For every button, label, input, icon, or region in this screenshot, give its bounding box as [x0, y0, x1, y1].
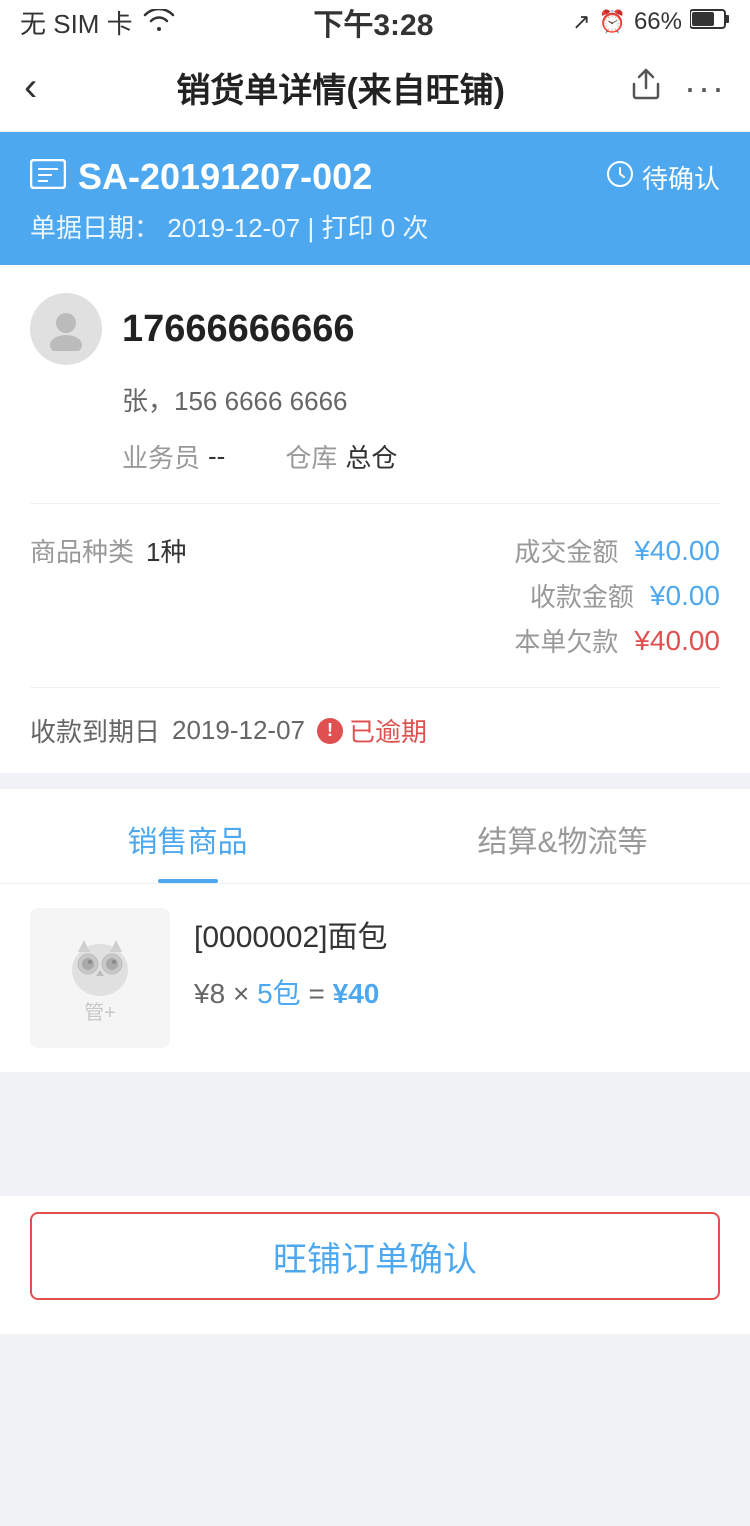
salesperson-label: 业务员 [122, 438, 200, 475]
bottom-bar: 旺铺订单确认 [0, 1196, 750, 1334]
order-date: 单据日期： 2019-12-07 | 打印 0 次 [30, 208, 720, 245]
collected-amount-value: ¥0.00 [650, 580, 720, 612]
goods-type: 商品种类 1种 [30, 532, 186, 569]
collected-amount-label: 收款金额 [530, 577, 634, 614]
clock-icon [606, 160, 634, 195]
order-icon [30, 156, 66, 198]
product-quantity: 5包 [257, 978, 301, 1009]
tabs-bar: 销售商品 结算&物流等 [0, 789, 750, 884]
debt-amount-label: 本单欠款 [514, 622, 618, 659]
overdue-text: 已逾期 [349, 712, 427, 749]
overdue-badge: ! 已逾期 [317, 712, 427, 749]
customer-section: 17666666666 张，156 6666 6666 业务员 -- 仓库 总仓 [0, 265, 750, 503]
tab-settlement[interactable]: 结算&物流等 [375, 789, 750, 883]
order-status: 待确认 [606, 159, 720, 196]
product-total: ¥40 [333, 978, 380, 1009]
salesperson-meta: 业务员 -- [122, 438, 225, 475]
goods-type-value: 1种 [146, 532, 186, 569]
tab-sales-goods[interactable]: 销售商品 [0, 789, 375, 883]
product-info: [0000002]面包 ¥8 × 5包 = ¥40 [194, 908, 720, 1012]
brand-plus: 管+ [84, 996, 116, 1025]
transaction-amount-label: 成交金额 [514, 532, 618, 569]
amounts-list: 成交金额 ¥40.00 收款金额 ¥0.00 本单欠款 ¥40.00 [514, 532, 720, 659]
battery-text: 66% [634, 8, 682, 36]
order-number: SA-20191207-002 [30, 156, 372, 198]
status-time: 下午3:28 [313, 0, 433, 44]
equals-sign: = [308, 978, 332, 1009]
transaction-amount-value: ¥40.00 [634, 535, 720, 567]
customer-card: 17666666666 张，156 6666 6666 业务员 -- 仓库 总仓… [0, 265, 750, 773]
carrier-text: 无 SIM 卡 [20, 4, 133, 41]
product-thumbnail: 管+ [30, 908, 170, 1048]
back-button[interactable]: ‹ [24, 65, 53, 110]
amounts-section: 商品种类 1种 成交金额 ¥40.00 收款金额 ¥0.00 本单欠款 ¥40.… [0, 504, 750, 687]
customer-phone: 17666666666 [122, 308, 354, 351]
alarm-icon: ⏰ [599, 9, 626, 35]
product-item: 管+ [0000002]面包 ¥8 × 5包 = ¥40 [0, 884, 750, 1072]
order-banner: SA-20191207-002 待确认 单据日期： 2019-12-07 | 打… [0, 132, 750, 265]
status-bar-right: ↗ ⏰ 66% [572, 8, 730, 37]
due-date-section: 收款到期日 2019-12-07 ! 已逾期 [0, 688, 750, 773]
product-thumb-inner: 管+ [60, 932, 140, 1025]
customer-meta: 业务员 -- 仓库 总仓 [30, 438, 720, 475]
product-price: ¥8 × 5包 = ¥40 [194, 972, 720, 1012]
page-title: 销货单详情(来自旺铺) [53, 63, 628, 112]
warehouse-label: 仓库 [285, 438, 337, 475]
goods-type-label: 商品种类 [30, 532, 134, 569]
customer-top: 17666666666 [30, 293, 720, 365]
due-date-value: 2019-12-07 [172, 715, 305, 746]
debt-amount-row: 本单欠款 ¥40.00 [514, 622, 720, 659]
location-icon: ↗ [572, 9, 590, 35]
due-date-label: 收款到期日 [30, 712, 160, 749]
status-bar-left: 无 SIM 卡 [20, 4, 175, 41]
warehouse-value: 总仓 [345, 438, 397, 475]
salesperson-value: -- [208, 441, 225, 472]
more-options-icon[interactable]: ··· [684, 67, 726, 109]
collected-amount-row: 收款金额 ¥0.00 [530, 577, 720, 614]
transaction-amount-row: 成交金额 ¥40.00 [514, 532, 720, 569]
multiply-sign: × [233, 978, 257, 1009]
wifi-icon [143, 7, 175, 38]
status-bar: 无 SIM 卡 下午3:28 ↗ ⏰ 66% [0, 0, 750, 44]
bottom-spacer [0, 1388, 750, 1526]
battery-icon [690, 8, 730, 37]
warehouse-meta: 仓库 总仓 [285, 438, 397, 475]
customer-name: 张，156 6666 6666 [30, 381, 720, 418]
avatar [30, 293, 102, 365]
nav-actions: ··· [628, 66, 726, 110]
product-name: [0000002]面包 [194, 912, 720, 956]
confirm-order-button[interactable]: 旺铺订单确认 [30, 1212, 720, 1300]
overdue-icon: ! [317, 718, 343, 744]
nav-bar: ‹ 销货单详情(来自旺铺) ··· [0, 44, 750, 132]
debt-amount-value: ¥40.00 [634, 625, 720, 657]
share-icon[interactable] [628, 66, 664, 110]
price-per-unit: ¥8 [194, 978, 225, 1009]
